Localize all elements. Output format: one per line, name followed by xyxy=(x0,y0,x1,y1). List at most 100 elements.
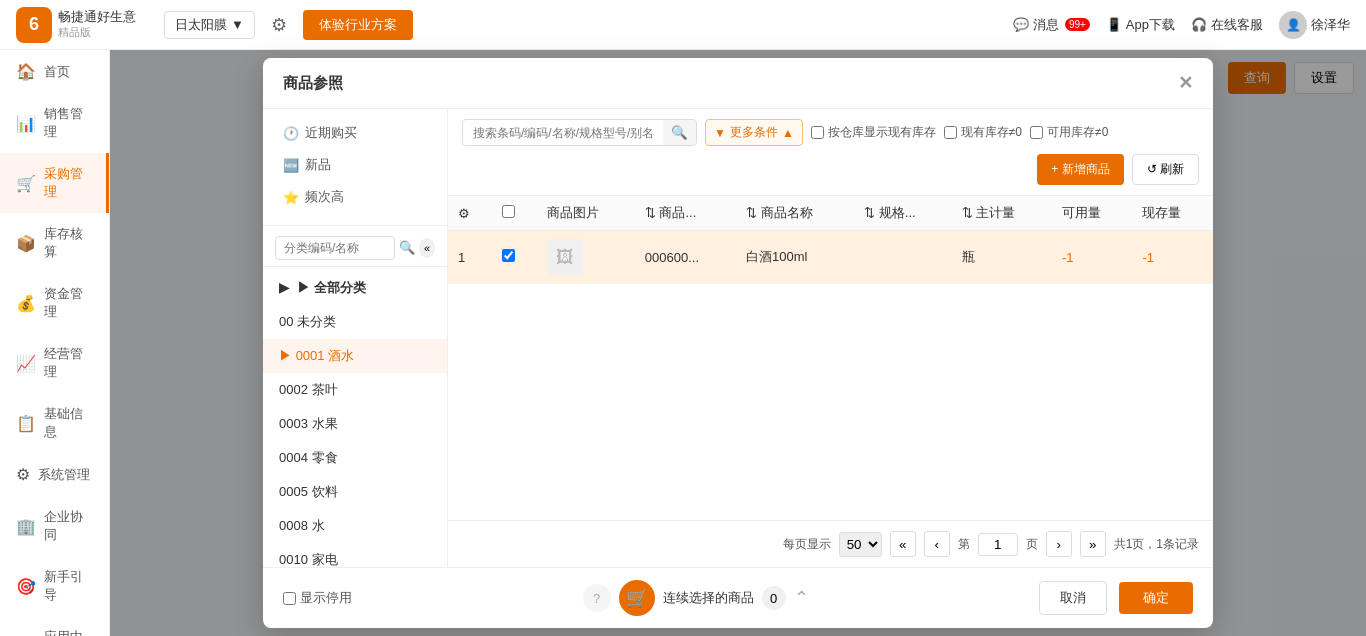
category-item-0004[interactable]: 0004 零食 xyxy=(263,441,447,475)
sidebar-item-home[interactable]: 🏠 首页 xyxy=(0,50,109,93)
next-page-button[interactable]: › xyxy=(1046,531,1072,557)
select-all-checkbox[interactable] xyxy=(502,205,515,218)
user-name: 徐泽华 xyxy=(1311,16,1350,34)
category-item-0001[interactable]: ▶ 0001 酒水 xyxy=(263,339,447,373)
category-item-0008[interactable]: 0008 水 xyxy=(263,509,447,543)
category-item-0002[interactable]: 0002 茶叶 xyxy=(263,373,447,407)
existing-stock-checkbox-label[interactable]: 现有库存≠0 xyxy=(944,124,1022,141)
last-page-button[interactable]: » xyxy=(1080,531,1106,557)
sidebar-item-sales[interactable]: 📊 销售管理 xyxy=(0,93,109,153)
help-icon: ? xyxy=(593,591,600,606)
first-page-button[interactable]: « xyxy=(890,531,916,557)
product-search-box: 🔍 xyxy=(462,119,697,146)
sort-icon-3: ⇅ xyxy=(864,205,879,220)
category-item-0005[interactable]: 0005 饮料 xyxy=(263,475,447,509)
sidebar-label-guide: 新手引导 xyxy=(44,568,93,604)
product-reference-modal: 商品参照 ✕ 🕐 近期购买 🆕 xyxy=(263,58,1213,628)
category-search-input[interactable] xyxy=(275,236,395,260)
page-size-select[interactable]: 50 xyxy=(839,532,882,557)
search-submit-button[interactable]: 🔍 xyxy=(663,120,696,145)
user-menu[interactable]: 👤 徐泽华 xyxy=(1279,11,1350,39)
row-checkbox[interactable] xyxy=(502,249,515,262)
store-selector[interactable]: 日太阳膜 ▼ xyxy=(164,11,255,39)
sidebar-label-operation: 经营管理 xyxy=(44,345,93,381)
cart-collapse-button[interactable]: ⌃ xyxy=(794,587,809,609)
sidebar-item-guide[interactable]: 🎯 新手引导 xyxy=(0,556,109,616)
cart-icon: 🛒 xyxy=(619,580,655,616)
col-code[interactable]: ⇅ 商品... xyxy=(635,196,736,231)
cta-button[interactable]: 体验行业方案 xyxy=(303,10,413,40)
available-stock-checkbox[interactable] xyxy=(1030,126,1043,139)
more-filter-button[interactable]: ▼ 更多条件 ▲ xyxy=(705,119,803,146)
row-available: -1 xyxy=(1052,231,1132,284)
show-disabled-label[interactable]: 显示停用 xyxy=(283,589,352,607)
sidebar-item-finance[interactable]: 💰 资金管理 xyxy=(0,273,109,333)
pagination: 每页显示 50 « ‹ 第 页 › » 共1页，1条记录 xyxy=(448,520,1213,567)
modal-overlay: 商品参照 ✕ 🕐 近期购买 🆕 xyxy=(110,50,1366,636)
col-img: 商品图片 xyxy=(537,196,635,231)
sidebar-label-finance: 资金管理 xyxy=(44,285,93,321)
existing-stock-checkbox[interactable] xyxy=(944,126,957,139)
cancel-button[interactable]: 取消 xyxy=(1039,581,1107,615)
table-row[interactable]: 1 🖼 000600... 白酒100ml xyxy=(448,231,1213,284)
sidebar-item-operation[interactable]: 📈 经营管理 xyxy=(0,333,109,393)
col-name[interactable]: ⇅ 商品名称 xyxy=(736,196,854,231)
help-button[interactable]: ? xyxy=(583,584,611,612)
category-item-00[interactable]: 00 未分类 xyxy=(263,305,447,339)
quick-access: 🕐 近期购买 🆕 新品 ⭐ 频次高 xyxy=(263,109,447,221)
modal-header: 商品参照 ✕ xyxy=(263,58,1213,109)
show-disabled-text: 显示停用 xyxy=(300,589,352,607)
all-category-item[interactable]: ▶ ▶ 全部分类 xyxy=(263,271,447,305)
recent-purchase-item[interactable]: 🕐 近期购买 xyxy=(275,117,435,149)
service-label: 在线客服 xyxy=(1211,16,1263,34)
available-stock-checkbox-label[interactable]: 可用库存≠0 xyxy=(1030,124,1108,141)
col-unit[interactable]: ⇅ 主计量 xyxy=(952,196,1052,231)
gear-icon[interactable]: ⚙ xyxy=(271,14,287,36)
product-thumbnail: 🖼 xyxy=(547,239,583,275)
confirm-button[interactable]: 确定 xyxy=(1119,582,1193,614)
sidebar: 🏠 首页 📊 销售管理 🛒 采购管理 📦 库存核算 💰 资金管理 📈 经营管理 … xyxy=(0,50,110,636)
service-button[interactable]: 🎧 在线客服 xyxy=(1191,16,1263,34)
warehouse-checkbox-label[interactable]: 按仓库显示现有库存 xyxy=(811,124,936,141)
product-toolbar: 🔍 ▼ 更多条件 ▲ 按仓库显示现有库存 xyxy=(448,109,1213,196)
warehouse-checkbox-text: 按仓库显示现有库存 xyxy=(828,124,936,141)
sidebar-label-enterprise: 企业协同 xyxy=(44,508,93,544)
guide-icon: 🎯 xyxy=(16,577,36,596)
frequent-item[interactable]: ⭐ 频次高 xyxy=(275,181,435,213)
warehouse-checkbox[interactable] xyxy=(811,126,824,139)
sidebar-label-apps: 应用中心 xyxy=(44,628,93,636)
modal-body: 🕐 近期购买 🆕 新品 ⭐ 频次高 xyxy=(263,109,1213,567)
phone-icon: 📱 xyxy=(1106,17,1122,32)
category-panel: 🕐 近期购买 🆕 新品 ⭐ 频次高 xyxy=(263,109,448,567)
sort-icon: ⇅ xyxy=(645,205,660,220)
prev-page-button[interactable]: ‹ xyxy=(924,531,950,557)
sidebar-item-apps[interactable]: 📱 应用中心 xyxy=(0,616,109,636)
add-product-button[interactable]: + 新增商品 xyxy=(1037,154,1123,185)
cart-label: 连续选择的商品 xyxy=(663,589,754,607)
nav-right: 💬 消息 99+ 📱 App下载 🎧 在线客服 👤 徐泽华 xyxy=(1013,11,1350,39)
app-download-button[interactable]: 📱 App下载 xyxy=(1106,16,1175,34)
product-search-input[interactable] xyxy=(463,121,663,145)
settings-col-icon: ⚙ xyxy=(458,206,470,221)
category-item-0010[interactable]: 0010 家电 xyxy=(263,543,447,567)
sidebar-item-system[interactable]: ⚙ 系统管理 xyxy=(0,453,109,496)
sidebar-item-purchase[interactable]: 🛒 采购管理 xyxy=(0,153,109,213)
col-spec[interactable]: ⇅ 规格... xyxy=(854,196,951,231)
sidebar-item-inventory[interactable]: 📦 库存核算 xyxy=(0,213,109,273)
modal-close-button[interactable]: ✕ xyxy=(1178,72,1193,94)
avatar: 👤 xyxy=(1279,11,1307,39)
col-stock: 现存量 xyxy=(1132,196,1213,231)
filter-icon: ▼ xyxy=(714,126,726,140)
show-disabled-checkbox[interactable] xyxy=(283,592,296,605)
new-product-item[interactable]: 🆕 新品 xyxy=(275,149,435,181)
sidebar-item-base[interactable]: 📋 基础信息 xyxy=(0,393,109,453)
toolbar-right: + 新增商品 ↺ 刷新 xyxy=(1037,154,1199,185)
sidebar-item-enterprise[interactable]: 🏢 企业协同 xyxy=(0,496,109,556)
panel-collapse-button[interactable]: « xyxy=(419,238,435,258)
sidebar-label-home: 首页 xyxy=(44,63,70,81)
message-button[interactable]: 💬 消息 99+ xyxy=(1013,16,1090,34)
star-icon: ⭐ xyxy=(283,190,299,205)
refresh-button[interactable]: ↺ 刷新 xyxy=(1132,154,1199,185)
category-item-0003[interactable]: 0003 水果 xyxy=(263,407,447,441)
page-number-input[interactable] xyxy=(978,533,1018,556)
